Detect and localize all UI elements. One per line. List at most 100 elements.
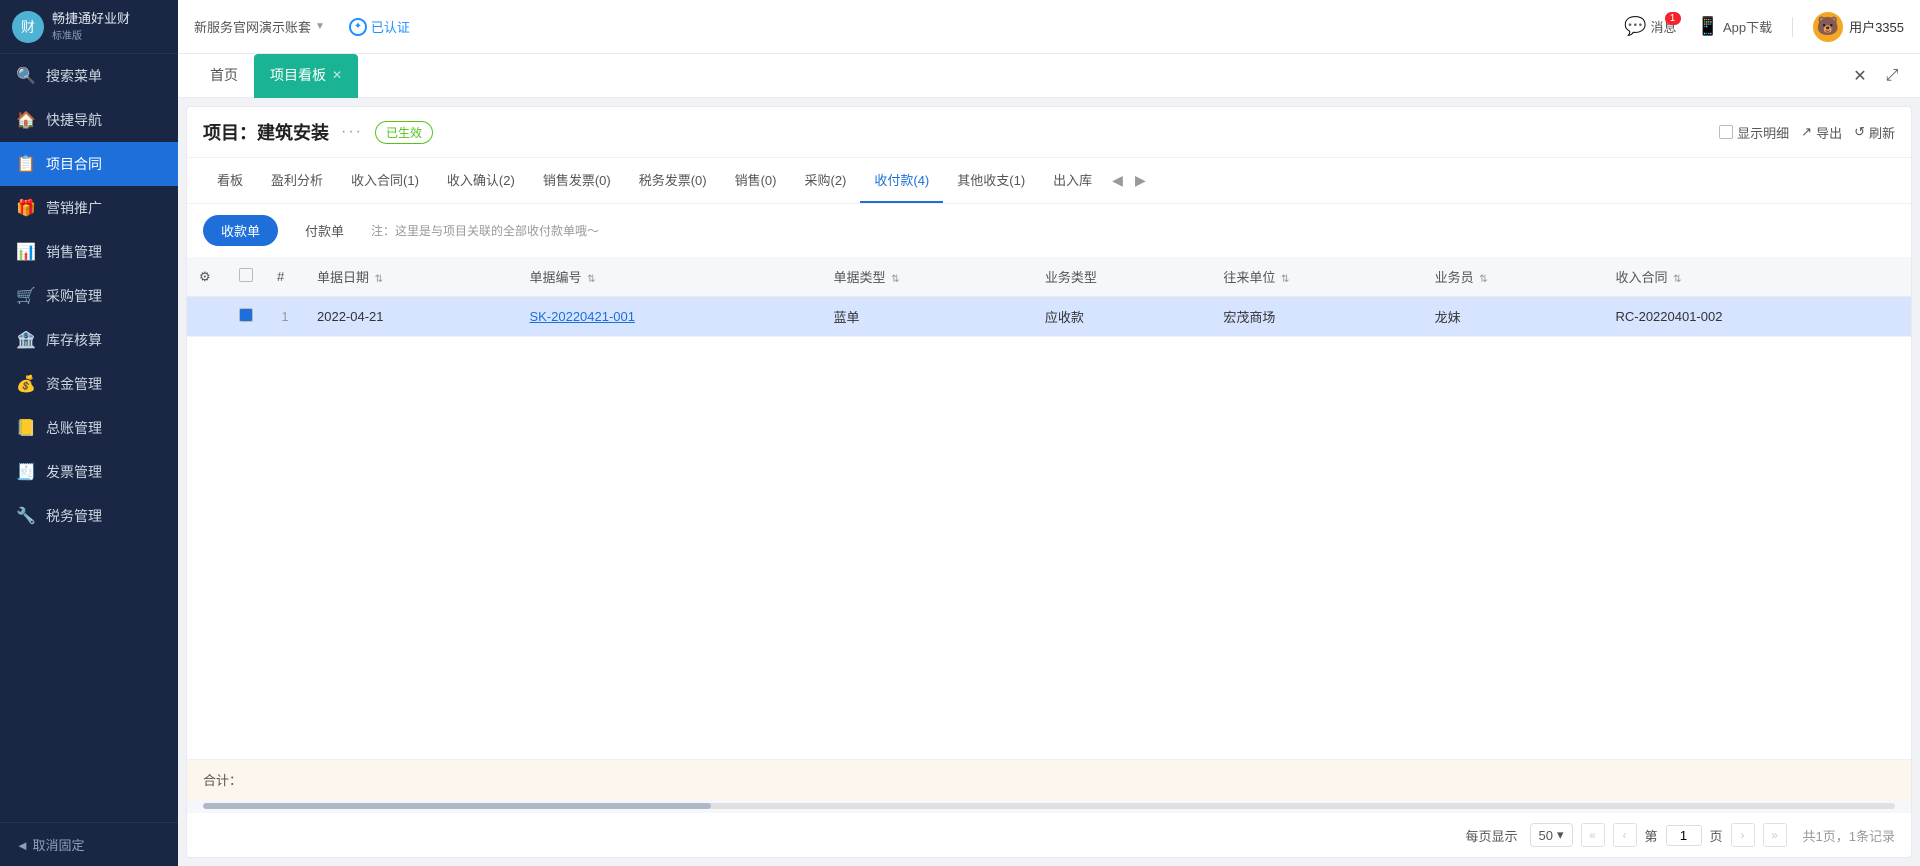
row-code[interactable]: SK-20220421-001: [517, 297, 821, 337]
message-action[interactable]: 💬 消息 1: [1624, 16, 1676, 37]
horizontal-scrollbar[interactable]: [187, 799, 1911, 813]
last-page-btn[interactable]: »: [1763, 823, 1787, 847]
doc-code-link[interactable]: SK-20220421-001: [529, 309, 635, 324]
scrollbar-track[interactable]: [203, 803, 1895, 809]
refresh-action[interactable]: ↺ 刷新: [1854, 123, 1895, 142]
user-menu[interactable]: 🐻 用户3355: [1813, 12, 1904, 42]
sidebar-item-tax[interactable]: 🔧 税务管理: [0, 494, 178, 538]
tab-close-icon[interactable]: ✕: [332, 68, 342, 82]
page-number-input[interactable]: [1666, 825, 1702, 846]
sidebar-item-quick-nav[interactable]: 🏠 快捷导航: [0, 98, 178, 142]
sub-nav-purchase[interactable]: 采购(2): [790, 158, 860, 203]
tab-home[interactable]: 首页: [194, 54, 254, 98]
column-settings-icon[interactable]: ⚙: [199, 269, 211, 284]
export-icon: ↗: [1801, 124, 1812, 140]
show-detail-action[interactable]: 显示明细: [1719, 123, 1789, 142]
col-salesman[interactable]: 业务员 ⇅: [1423, 257, 1604, 297]
window-controls: ✕ ⤢: [1848, 64, 1904, 88]
col-income-contract[interactable]: 收入合同 ⇅: [1603, 257, 1911, 297]
account-dropdown-icon: ▼: [315, 21, 325, 32]
sidebar-label-fund: 资金管理: [46, 374, 102, 394]
row-checkbox-cell[interactable]: [227, 297, 265, 337]
col-code-label: 单据编号: [529, 270, 581, 285]
table-container: ⚙ # 单据日期 ⇅ 单据编号: [187, 257, 1911, 759]
detail-checkbox[interactable]: [1719, 125, 1733, 139]
logo-icon: 财: [12, 11, 44, 43]
app-name: 畅捷通好业财: [52, 11, 130, 26]
col-code[interactable]: 单据编号 ⇅: [517, 257, 821, 297]
sub-tab-receipt[interactable]: 收款单: [203, 215, 278, 246]
sidebar-item-inventory[interactable]: 🏦 库存核算: [0, 318, 178, 362]
col-checkbox[interactable]: [227, 257, 265, 297]
sub-nav-inventory-out[interactable]: 出入库: [1039, 158, 1106, 203]
col-biz-type: 业务类型: [1033, 257, 1211, 297]
topbar: 新服务官网演示账套 ▼ ✦ 已认证 💬 消息 1 📱 App下载 🐻 用户335…: [178, 0, 1920, 54]
row-salesman: 龙妹: [1423, 297, 1604, 337]
sidebar-item-project-contract[interactable]: 📋 项目合同: [0, 142, 178, 186]
sidebar-item-ledger[interactable]: 📒 总账管理: [0, 406, 178, 450]
account-selector[interactable]: 新服务官网演示账套 ▼: [194, 17, 325, 36]
ledger-icon: 📒: [16, 418, 36, 438]
sidebar-item-invoice[interactable]: 🧾 发票管理: [0, 450, 178, 494]
sub-nav-other-income[interactable]: 其他收支(1): [943, 158, 1039, 203]
sub-nav-income-confirm[interactable]: 收入确认(2): [433, 158, 529, 203]
sort-partner-icon: ⇅: [1281, 274, 1289, 285]
sidebar-item-search[interactable]: 🔍 搜索菜单: [0, 54, 178, 98]
app-download-action[interactable]: 📱 App下载: [1697, 16, 1773, 37]
page-header: 项目： 建筑安装 ··· 已生效 显示明细 ↗ 导出 ↺ 刷新: [187, 107, 1911, 158]
row-biz-type: 应收款: [1033, 297, 1211, 337]
per-page-label: 每页显示: [1465, 826, 1517, 845]
table-row[interactable]: 1 2022-04-21 SK-20220421-001 蓝单 应收款 宏茂商场…: [187, 297, 1911, 337]
export-action[interactable]: ↗ 导出: [1801, 123, 1842, 142]
sub-nav-next-icon[interactable]: ▶: [1129, 168, 1152, 193]
search-icon: 🔍: [16, 66, 36, 86]
per-page-select[interactable]: 50 ▾: [1530, 823, 1573, 847]
message-icon: 💬: [1624, 16, 1646, 37]
sub-nav-profit[interactable]: 盈利分析: [257, 158, 337, 203]
content: 首页 项目看板 ✕ ✕ ⤢ 项目： 建筑安装 ··· 已生效: [178, 54, 1920, 866]
page-header-actions: 显示明细 ↗ 导出 ↺ 刷新: [1719, 123, 1895, 142]
message-badge: 1: [1665, 12, 1681, 25]
sub-nav-kanban[interactable]: 看板: [203, 158, 257, 203]
col-partner-label: 往来单位: [1223, 270, 1275, 285]
sidebar-label-tax: 税务管理: [46, 506, 102, 526]
sidebar-item-marketing[interactable]: 🎁 营销推广: [0, 186, 178, 230]
sidebar-item-purchase[interactable]: 🛒 采购管理: [0, 274, 178, 318]
col-settings[interactable]: ⚙: [187, 257, 227, 297]
col-doc-type-label: 单据类型: [834, 270, 886, 285]
select-all-checkbox[interactable]: [239, 268, 253, 282]
maximize-button[interactable]: ⤢: [1880, 64, 1904, 88]
sidebar-unpin-label: ◄ 取消固定: [16, 835, 84, 854]
sub-nav-sales[interactable]: 销售(0): [721, 158, 791, 203]
sidebar-unpin[interactable]: ◄ 取消固定: [0, 822, 178, 866]
close-button[interactable]: ✕: [1848, 64, 1872, 88]
col-doc-type[interactable]: 单据类型 ⇅: [822, 257, 1033, 297]
sub-tab-payment[interactable]: 付款单: [286, 214, 363, 247]
project-icon: 📋: [16, 154, 36, 174]
tab-project-board[interactable]: 项目看板 ✕: [254, 54, 358, 98]
row-checkbox[interactable]: [239, 308, 253, 322]
sub-nav-tax-invoice[interactable]: 税务发票(0): [625, 158, 721, 203]
col-partner[interactable]: 往来单位 ⇅: [1211, 257, 1422, 297]
prev-page-btn[interactable]: ‹: [1613, 823, 1637, 847]
topbar-right: 💬 消息 1 📱 App下载 🐻 用户3355: [1624, 12, 1904, 42]
sub-nav-income-contract[interactable]: 收入合同(1): [337, 158, 433, 203]
table-footer: 合计：: [187, 759, 1911, 799]
main-table: ⚙ # 单据日期 ⇅ 单据编号: [187, 257, 1911, 337]
sort-doctype-icon: ⇅: [891, 274, 899, 285]
sub-tab-note: 注：这里是与项目关联的全部收付款单哦～: [371, 222, 599, 239]
sub-nav-prev-icon[interactable]: ◀: [1106, 168, 1129, 193]
sub-nav-sales-invoice[interactable]: 销售发票(0): [529, 158, 625, 203]
app-download-label: App下载: [1723, 17, 1772, 36]
sidebar-item-sales[interactable]: 📊 销售管理: [0, 230, 178, 274]
col-date[interactable]: 单据日期 ⇅: [305, 257, 517, 297]
sidebar-label-quick-nav: 快捷导航: [46, 110, 102, 130]
scrollbar-thumb[interactable]: [203, 803, 711, 809]
next-page-btn[interactable]: ›: [1731, 823, 1755, 847]
invoice-icon: 🧾: [16, 462, 36, 482]
sidebar-item-fund[interactable]: 💰 资金管理: [0, 362, 178, 406]
first-page-btn[interactable]: «: [1581, 823, 1605, 847]
row-num: 1: [265, 297, 305, 337]
sub-nav-receipt-payment[interactable]: 收付款(4): [860, 158, 943, 203]
more-options-icon[interactable]: ···: [341, 123, 363, 141]
